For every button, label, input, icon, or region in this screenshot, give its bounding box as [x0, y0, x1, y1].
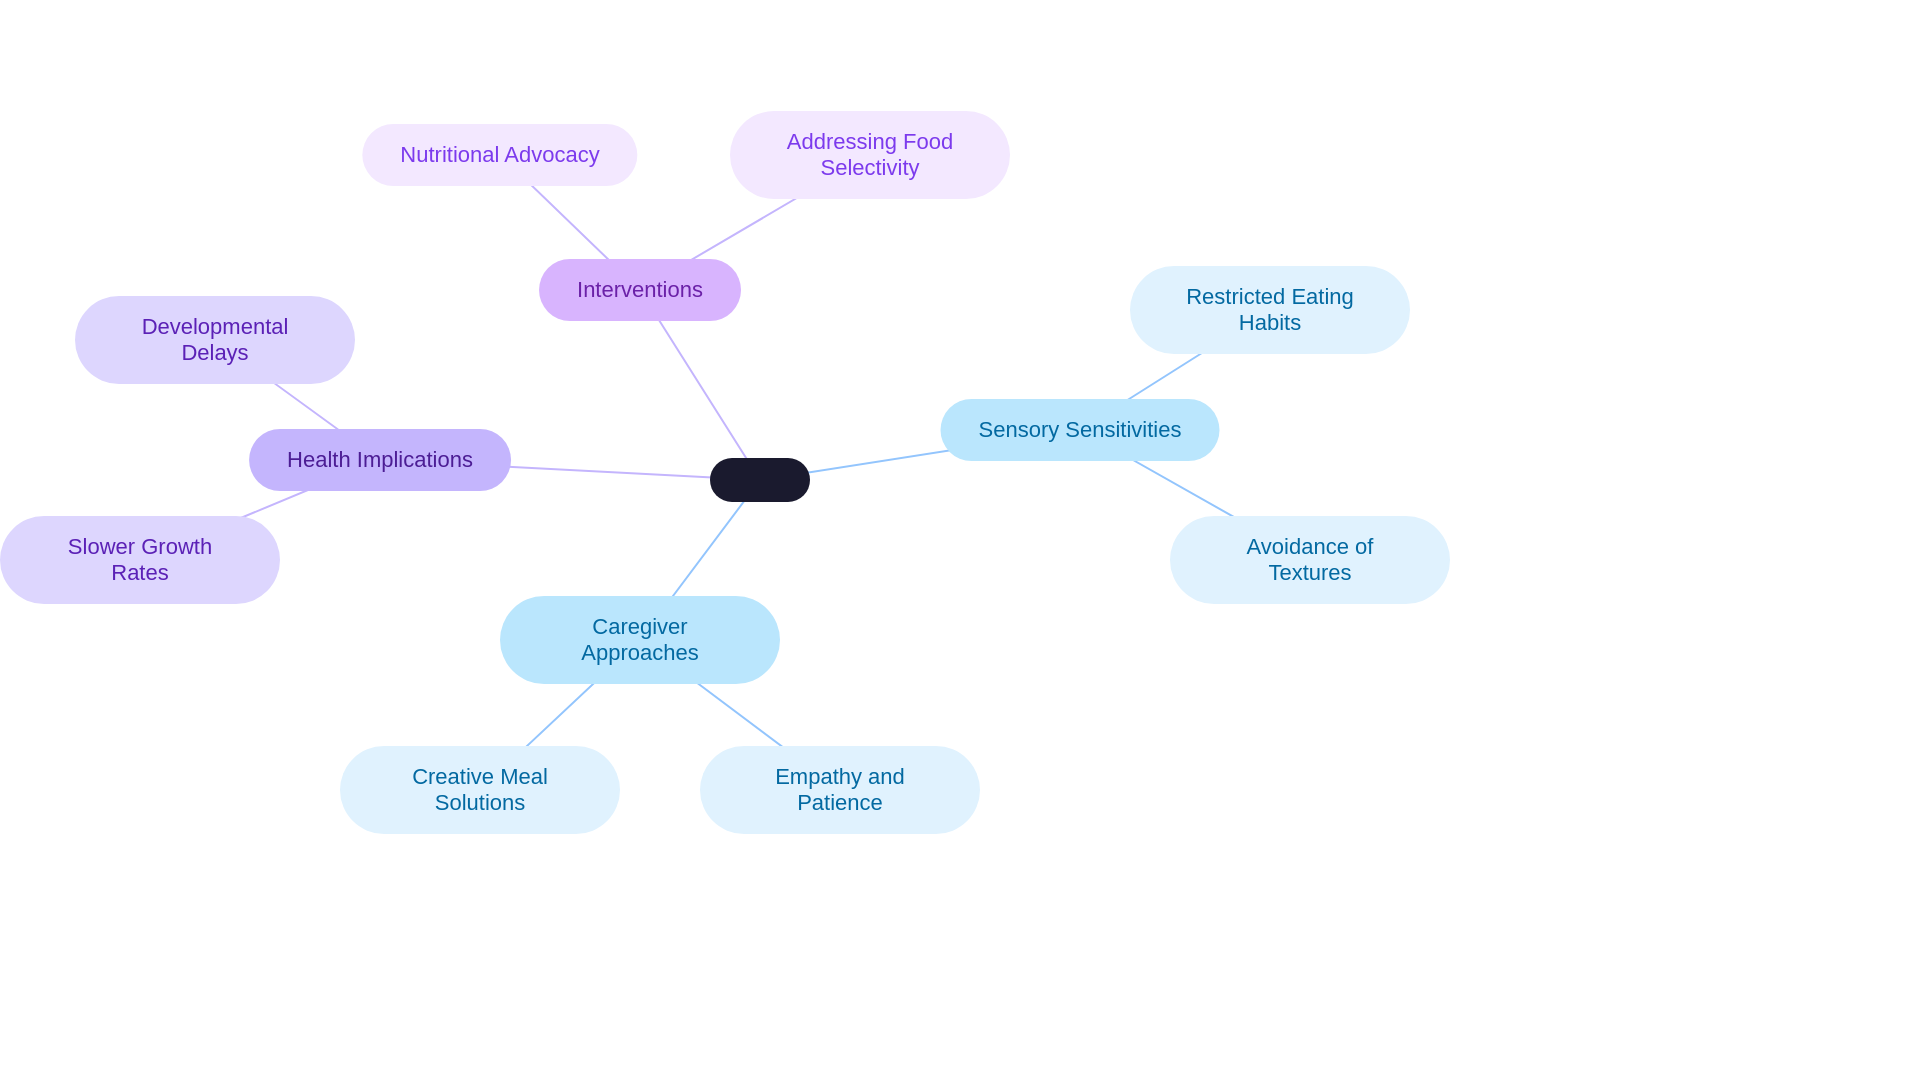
- label-avoidance-of-textures: Avoidance of Textures: [1208, 534, 1412, 586]
- label-health-implications: Health Implications: [287, 447, 473, 473]
- label-nutritional-advocacy: Nutritional Advocacy: [400, 142, 599, 168]
- label-restricted-eating-habits: Restricted Eating Habits: [1168, 284, 1372, 336]
- label-sensory-sensitivities: Sensory Sensitivities: [979, 417, 1182, 443]
- label-developmental-delays: Developmental Delays: [113, 314, 317, 366]
- node-health-implications[interactable]: Health Implications: [249, 429, 511, 491]
- node-avoidance-of-textures[interactable]: Avoidance of Textures: [1170, 516, 1450, 604]
- center-node[interactable]: [710, 458, 810, 502]
- label-addressing-food-selectivity: Addressing Food Selectivity: [768, 129, 972, 181]
- label-empathy-and-patience: Empathy and Patience: [738, 764, 942, 816]
- node-developmental-delays[interactable]: Developmental Delays: [75, 296, 355, 384]
- node-addressing-food-selectivity[interactable]: Addressing Food Selectivity: [730, 111, 1010, 199]
- node-empathy-and-patience[interactable]: Empathy and Patience: [700, 746, 980, 834]
- label-caregiver-approaches: Caregiver Approaches: [538, 614, 742, 666]
- node-nutritional-advocacy[interactable]: Nutritional Advocacy: [362, 124, 637, 186]
- label-slower-growth-rates: Slower Growth Rates: [38, 534, 242, 586]
- node-interventions[interactable]: Interventions: [539, 259, 741, 321]
- node-creative-meal-solutions[interactable]: Creative Meal Solutions: [340, 746, 620, 834]
- mindmap-container: Interventions Nutritional Advocacy Address…: [0, 0, 1920, 1083]
- node-restricted-eating-habits[interactable]: Restricted Eating Habits: [1130, 266, 1410, 354]
- node-caregiver-approaches[interactable]: Caregiver Approaches: [500, 596, 780, 684]
- label-creative-meal-solutions: Creative Meal Solutions: [378, 764, 582, 816]
- node-slower-growth-rates[interactable]: Slower Growth Rates: [0, 516, 280, 604]
- node-sensory-sensitivities[interactable]: Sensory Sensitivities: [941, 399, 1220, 461]
- label-interventions: Interventions: [577, 277, 703, 303]
